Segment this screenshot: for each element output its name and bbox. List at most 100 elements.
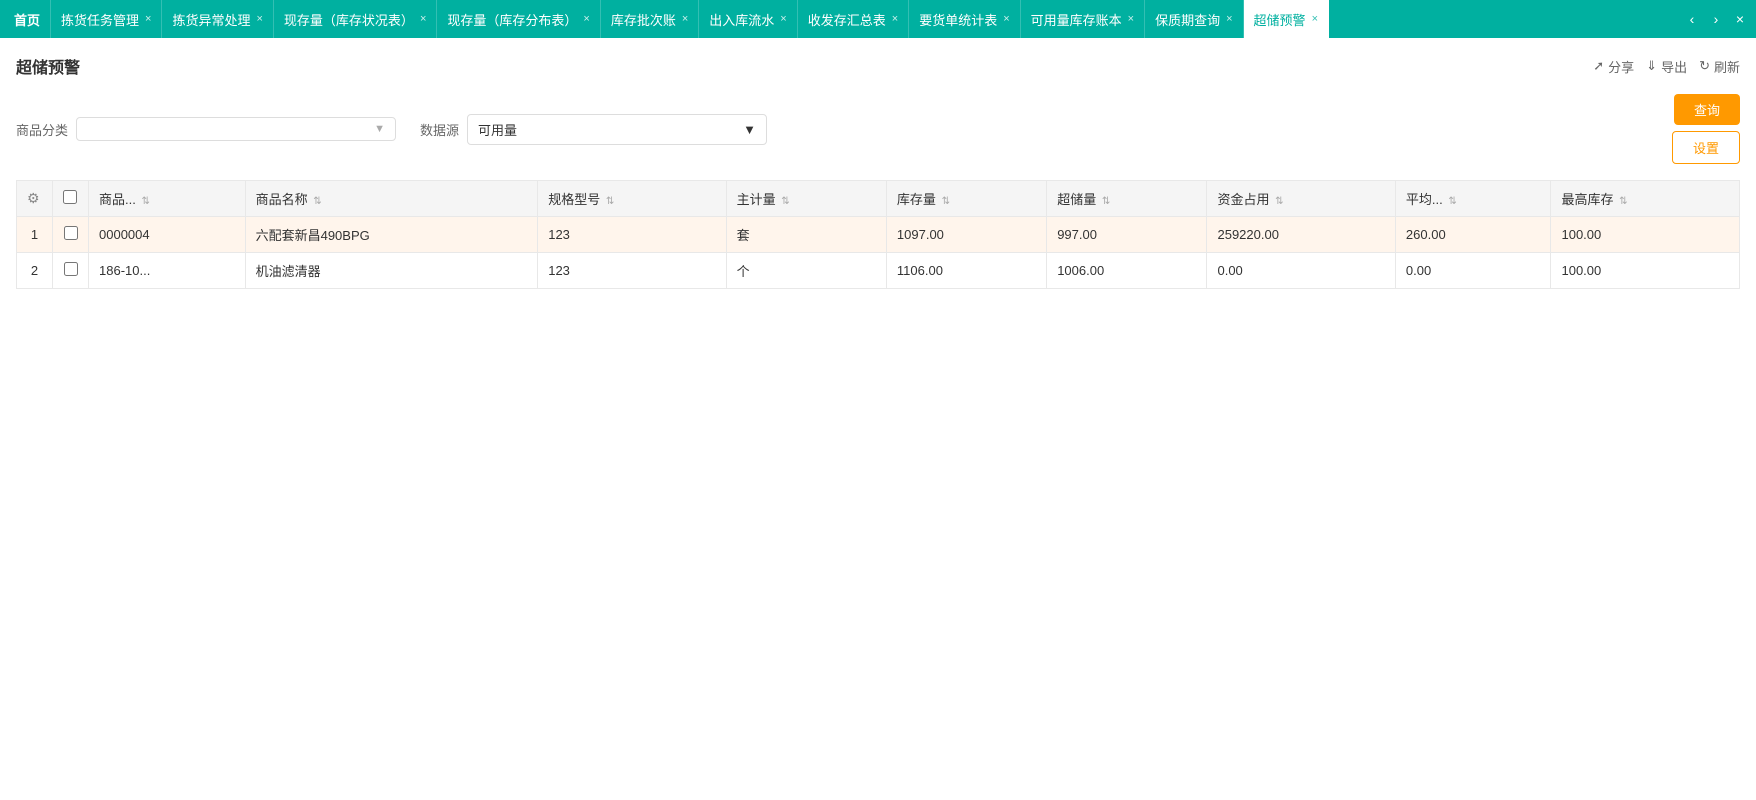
- col-header-unit-label: 主计量: [737, 192, 776, 207]
- table-body: 1 0000004 六配套新昌490BPG 123 套 1097.00 997.…: [17, 217, 1740, 289]
- col-header-max-stock-label: 最高库存: [1561, 192, 1613, 207]
- nav-tab-10-label: 保质期查询: [1155, 10, 1220, 29]
- settings-button[interactable]: 设置: [1672, 131, 1740, 164]
- nav-tab-10[interactable]: 保质期查询 ×: [1145, 0, 1243, 38]
- table-header-row: ⚙ 商品... ⇅ 商品名称 ⇅ 规格型号 ⇅ 主计量: [17, 181, 1740, 217]
- refresh-icon: ↻: [1699, 58, 1710, 74]
- category-select-arrow-icon: ▼: [374, 123, 385, 135]
- nav-tab-2-close[interactable]: ×: [256, 13, 262, 25]
- settings-gear-icon[interactable]: ⚙: [27, 190, 40, 206]
- datasource-select-value: 可用量: [478, 120, 517, 139]
- col-header-stock[interactable]: 库存量 ⇅: [886, 181, 1046, 217]
- row-2-checkbox[interactable]: [64, 262, 78, 276]
- nav-tab-home-label: 首页: [14, 10, 40, 29]
- nav-tab-2[interactable]: 拣货异常处理 ×: [162, 0, 273, 38]
- col-sort-avg-icon: ⇅: [1448, 196, 1456, 207]
- row-1-avg: 260.00: [1395, 217, 1551, 253]
- row-1-unit: 套: [726, 217, 886, 253]
- row-1-capital: 259220.00: [1207, 217, 1395, 253]
- col-header-over-stock[interactable]: 超储量 ⇅: [1047, 181, 1207, 217]
- export-label: 导出: [1661, 57, 1687, 76]
- col-header-capital[interactable]: 资金占用 ⇅: [1207, 181, 1395, 217]
- select-all-checkbox[interactable]: [63, 190, 77, 204]
- category-filter-label: 商品分类: [16, 120, 68, 139]
- col-header-settings: ⚙: [17, 181, 53, 217]
- row-2-over-stock: 1006.00: [1047, 253, 1207, 289]
- nav-tab-9-label: 可用量库存账本: [1031, 10, 1122, 29]
- nav-tab-11-close[interactable]: ×: [1312, 13, 1318, 25]
- row-1-checkbox[interactable]: [64, 226, 78, 240]
- nav-tab-10-close[interactable]: ×: [1226, 13, 1232, 25]
- share-button[interactable]: ➚ 分享: [1593, 57, 1634, 76]
- col-sort-product-code-icon: ⇅: [141, 196, 149, 207]
- row-1-stock: 1097.00: [886, 217, 1046, 253]
- filter-row: 商品分类 ▼ 数据源 可用量 ▼ 查询 设置: [16, 94, 1740, 164]
- nav-tab-3[interactable]: 现存量（库存状况表） ×: [274, 0, 437, 38]
- nav-tab-1-label: 拣货任务管理: [61, 10, 139, 29]
- nav-tab-1[interactable]: 拣货任务管理 ×: [51, 0, 162, 38]
- col-sort-capital-icon: ⇅: [1275, 196, 1283, 207]
- category-select[interactable]: ▼: [76, 117, 396, 141]
- nav-tab-5-close[interactable]: ×: [682, 13, 688, 25]
- col-sort-max-stock-icon: ⇅: [1619, 196, 1627, 207]
- col-header-spec-label: 规格型号: [548, 192, 600, 207]
- col-header-checkbox: [53, 181, 89, 217]
- col-header-max-stock[interactable]: 最高库存 ⇅: [1551, 181, 1740, 217]
- datasource-select[interactable]: 可用量 ▼: [467, 114, 767, 145]
- row-1-product-name: 六配套新昌490BPG: [245, 217, 538, 253]
- col-header-avg[interactable]: 平均... ⇅: [1395, 181, 1551, 217]
- nav-tab-4-close[interactable]: ×: [583, 13, 589, 25]
- col-header-spec[interactable]: 规格型号 ⇅: [538, 181, 726, 217]
- nav-tab-6-close[interactable]: ×: [780, 13, 786, 25]
- header-actions: ➚ 分享 ⇓ 导出 ↻ 刷新: [1593, 57, 1740, 76]
- nav-tab-3-label: 现存量（库存状况表）: [284, 10, 414, 29]
- nav-tab-6-label: 出入库流水: [709, 10, 774, 29]
- datasource-filter: 数据源 可用量 ▼: [420, 114, 767, 145]
- main-content: 超储预警 ➚ 分享 ⇓ 导出 ↻ 刷新 商品分类 ▼ 数据源: [0, 38, 1756, 800]
- table-row: 1 0000004 六配套新昌490BPG 123 套 1097.00 997.…: [17, 217, 1740, 253]
- refresh-button[interactable]: ↻ 刷新: [1699, 57, 1740, 76]
- nav-arrow-right-button[interactable]: ›: [1704, 0, 1728, 38]
- filter-buttons: 查询 设置: [1672, 94, 1740, 164]
- data-table: ⚙ 商品... ⇅ 商品名称 ⇅ 规格型号 ⇅ 主计量: [16, 180, 1740, 289]
- nav-tab-7[interactable]: 收发存汇总表 ×: [798, 0, 909, 38]
- col-sort-unit-icon: ⇅: [781, 196, 789, 207]
- refresh-label: 刷新: [1714, 57, 1740, 76]
- col-header-product-name[interactable]: 商品名称 ⇅: [245, 181, 538, 217]
- nav-tab-1-close[interactable]: ×: [145, 13, 151, 25]
- nav-tab-11[interactable]: 超储预警 ×: [1244, 0, 1329, 38]
- query-button[interactable]: 查询: [1674, 94, 1740, 125]
- col-header-stock-label: 库存量: [897, 192, 936, 207]
- nav-tab-8-close[interactable]: ×: [1003, 13, 1009, 25]
- nav-tab-9[interactable]: 可用量库存账本 ×: [1021, 0, 1145, 38]
- col-header-product-name-label: 商品名称: [256, 192, 308, 207]
- export-icon: ⇓: [1646, 58, 1657, 74]
- nav-arrow-left-button[interactable]: ‹: [1680, 0, 1704, 38]
- row-1-product-code: 0000004: [89, 217, 246, 253]
- row-2-avg: 0.00: [1395, 253, 1551, 289]
- row-2-stock: 1106.00: [886, 253, 1046, 289]
- nav-tab-5[interactable]: 库存批次账 ×: [601, 0, 699, 38]
- nav-tab-5-label: 库存批次账: [611, 10, 676, 29]
- category-filter: 商品分类 ▼: [16, 117, 396, 141]
- table-header: ⚙ 商品... ⇅ 商品名称 ⇅ 规格型号 ⇅ 主计量: [17, 181, 1740, 217]
- nav-tab-6[interactable]: 出入库流水 ×: [699, 0, 797, 38]
- row-1-over-stock: 997.00: [1047, 217, 1207, 253]
- nav-tab-7-close[interactable]: ×: [892, 13, 898, 25]
- nav-tab-8[interactable]: 要货单统计表 ×: [909, 0, 1020, 38]
- col-header-unit[interactable]: 主计量 ⇅: [726, 181, 886, 217]
- row-2-capital: 0.00: [1207, 253, 1395, 289]
- nav-arrow-close-button[interactable]: ×: [1728, 0, 1752, 38]
- table-row: 2 186-10... 机油滤清器 123 个 1106.00 1006.00 …: [17, 253, 1740, 289]
- row-2-num: 2: [17, 253, 53, 289]
- row-2-spec: 123: [538, 253, 726, 289]
- nav-tab-home[interactable]: 首页: [4, 0, 51, 38]
- nav-tab-4[interactable]: 现存量（库存分布表） ×: [437, 0, 600, 38]
- row-2-product-code: 186-10...: [89, 253, 246, 289]
- share-label: 分享: [1608, 57, 1634, 76]
- nav-tab-3-close[interactable]: ×: [420, 13, 426, 25]
- col-header-product-code[interactable]: 商品... ⇅: [89, 181, 246, 217]
- col-header-over-stock-label: 超储量: [1057, 192, 1096, 207]
- nav-tab-9-close[interactable]: ×: [1128, 13, 1134, 25]
- export-button[interactable]: ⇓ 导出: [1646, 57, 1687, 76]
